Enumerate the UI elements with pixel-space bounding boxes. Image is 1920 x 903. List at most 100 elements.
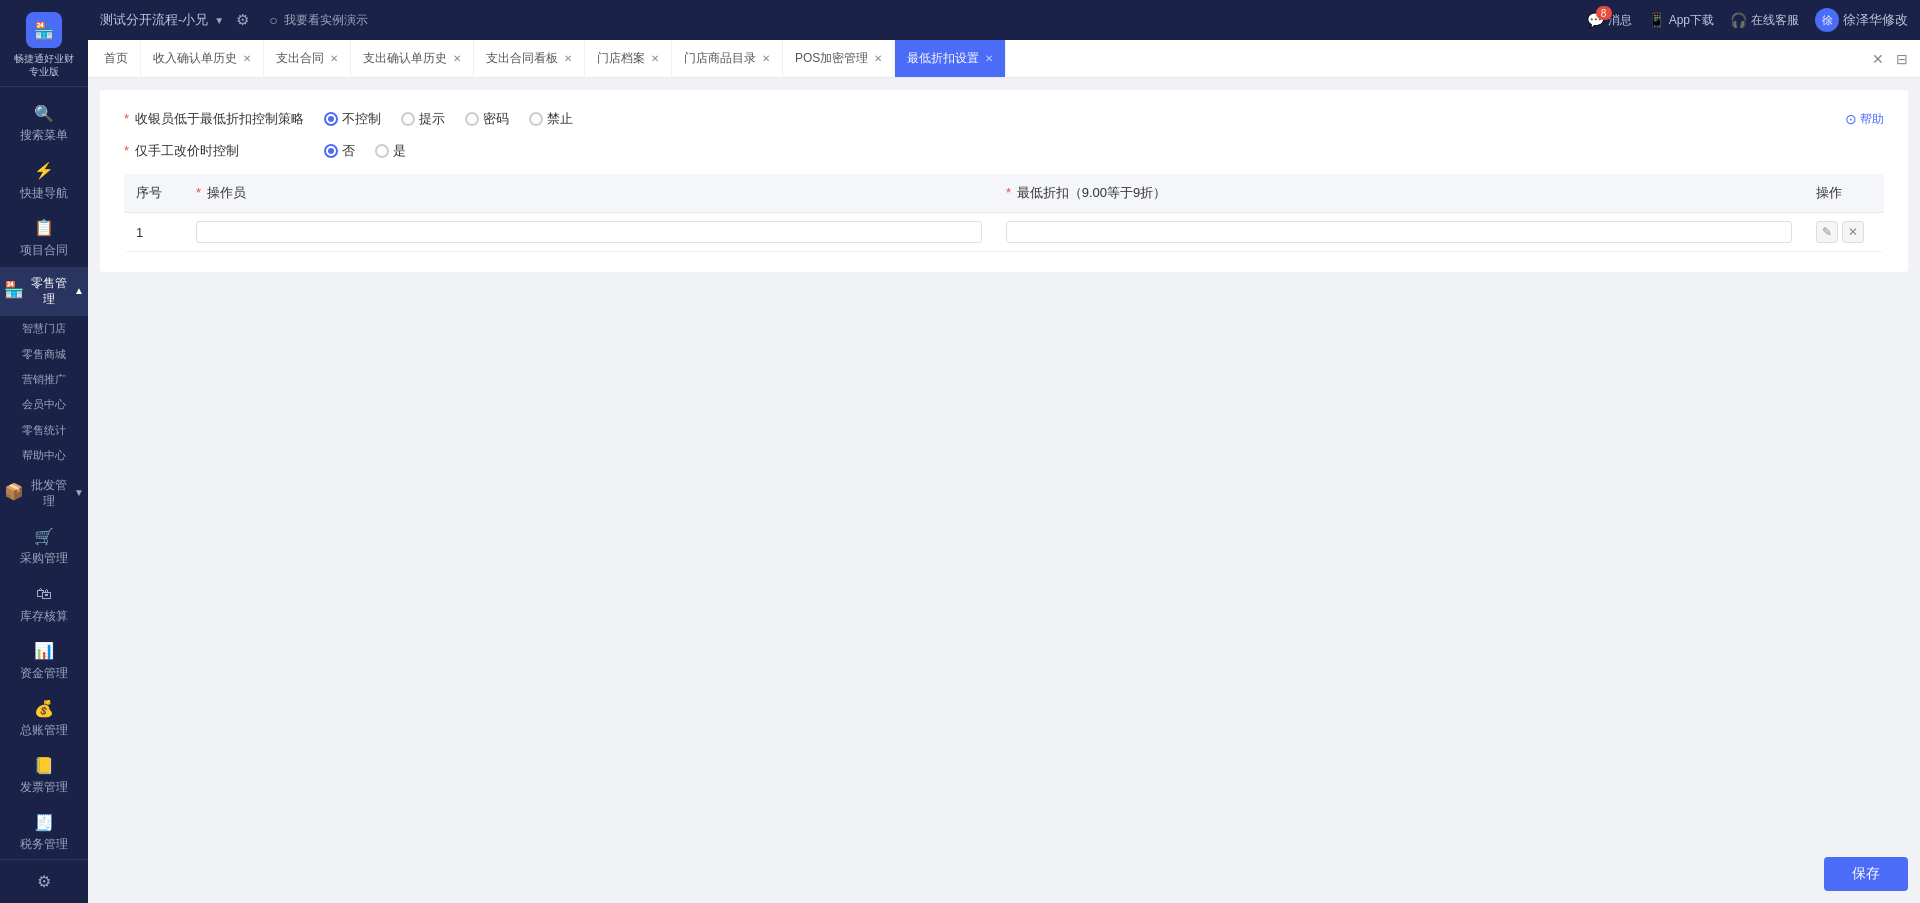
sidebar-nav: 🔍 搜索菜单 ⚡ 快捷导航 📋 项目合同 🏪 零售管理 ▲ 智慧门店 零售商城 … (0, 87, 88, 859)
tab-store-archive[interactable]: 门店档案 ✕ (585, 40, 672, 78)
sidebar-item-purchase-mgmt[interactable]: 🛍 库存核算 (0, 575, 88, 632)
inventory-icon: 📊 (34, 640, 54, 662)
table-header-row: 序号 * 操作员 * 最低折扣（9.00等于9折） (124, 174, 1884, 213)
tab-payment-confirm-history[interactable]: 支出确认单历史 ✕ (351, 40, 474, 78)
app-download-action[interactable]: 📱 App下载 (1648, 12, 1714, 29)
sidebar: 🏪 畅捷通好业财 专业版 🔍 搜索菜单 ⚡ 快捷导航 📋 项目合同 🏪 零售管理… (0, 0, 88, 903)
invoice-icon: 🧾 (34, 812, 54, 834)
sidebar-item-retail-stats[interactable]: 零售统计 (0, 418, 88, 443)
tab-close-pos-password[interactable]: ✕ (874, 53, 882, 64)
project-icon: 📋 (34, 217, 54, 239)
retail-icon: 🏪 (4, 279, 24, 301)
table-scroll: 序号 * 操作员 * 最低折扣（9.00等于9折） (124, 174, 1884, 252)
radio-circle-no-control (324, 112, 338, 126)
topbar: 测试分开流程-小兄 ▼ ⚙ ○ 我要看实例演示 💬 8 消息 📱 App下载 🎧… (88, 0, 1920, 40)
save-button[interactable]: 保存 (1824, 857, 1908, 891)
table-header: 序号 * 操作员 * 最低折扣（9.00等于9折） (124, 174, 1884, 213)
col-action: 操作 (1804, 174, 1884, 213)
radio-circle-prompt (401, 112, 415, 126)
radio-password[interactable]: 密码 (465, 110, 509, 128)
tab-menu-icon[interactable]: ⊟ (1892, 49, 1912, 69)
logo-icon: 🏪 (26, 12, 62, 48)
wholesale-icon: 📦 (4, 481, 24, 503)
min-discount-input[interactable] (1006, 221, 1792, 243)
tabs-right-actions: ✕ ⊟ (1868, 49, 1916, 69)
tab-close-income-history[interactable]: ✕ (243, 53, 251, 64)
radio-no-control[interactable]: 不控制 (324, 110, 381, 128)
demo-link[interactable]: ○ 我要看实例演示 (269, 12, 367, 29)
sidebar-item-invoice[interactable]: 🧾 税务管理 (0, 804, 88, 859)
message-action[interactable]: 💬 8 消息 (1587, 12, 1632, 29)
radio-manual-yes[interactable]: 是 (375, 142, 406, 160)
settings-icon[interactable]: ⚙ (37, 872, 51, 891)
tab-close-store-product-catalog[interactable]: ✕ (762, 53, 770, 64)
tab-income-history[interactable]: 收入确认单历史 ✕ (141, 40, 264, 78)
sidebar-item-inventory[interactable]: 📊 资金管理 (0, 632, 88, 689)
topbar-right: 💬 8 消息 📱 App下载 🎧 在线客服 徐 徐泽华修改 (1587, 8, 1908, 32)
sidebar-item-search[interactable]: 🔍 搜索菜单 (0, 95, 88, 152)
main-content: 测试分开流程-小兄 ▼ ⚙ ○ 我要看实例演示 💬 8 消息 📱 App下载 🎧… (88, 0, 1920, 903)
purchase-icon: 🛍 (36, 583, 52, 605)
tab-min-discount[interactable]: 最低折扣设置 ✕ (895, 40, 1006, 78)
app-icon: 📱 (1648, 12, 1665, 28)
sidebar-footer: ⚙ (0, 859, 88, 903)
manual-price-control-label: * 仅手工改价时控制 (124, 142, 324, 160)
customer-service-action[interactable]: 🎧 在线客服 (1730, 12, 1799, 29)
sidebar-item-smart-store[interactable]: 智慧门店 (0, 316, 88, 341)
operator-input[interactable] (196, 221, 982, 243)
tabs-bar: 首页 收入确认单历史 ✕ 支出合同 ✕ 支出确认单历史 ✕ 支出合同看板 ✕ 门… (88, 40, 1920, 78)
tab-payment-contract[interactable]: 支出合同 ✕ (264, 40, 351, 78)
edit-row-button[interactable]: ✎ (1816, 221, 1838, 243)
help-button[interactable]: ⊙ 帮助 (1845, 111, 1884, 128)
col-seq: 序号 (124, 174, 184, 213)
tab-payment-contract-board[interactable]: 支出合同看板 ✕ (474, 40, 585, 78)
project-name: 测试分开流程-小兄 (100, 11, 208, 29)
shortcuts-icon: ⚡ (34, 160, 54, 182)
user-info[interactable]: 徐 徐泽华修改 (1815, 8, 1908, 32)
data-table-wrap: 序号 * 操作员 * 最低折扣（9.00等于9折） (124, 174, 1884, 252)
topbar-settings-icon[interactable]: ⚙ (236, 11, 249, 29)
tab-store-product-catalog[interactable]: 门店商品目录 ✕ (672, 40, 783, 78)
table-row: 1 ✎ (124, 213, 1884, 252)
demo-icon: ○ (269, 12, 277, 28)
manual-price-control-row: * 仅手工改价时控制 否 是 (124, 142, 1884, 160)
sidebar-item-wholesale-mgmt[interactable]: 📦 批发管理 ▼ (0, 469, 88, 519)
cell-min-discount[interactable] (994, 213, 1804, 252)
tab-close-min-discount[interactable]: ✕ (985, 53, 993, 64)
sidebar-item-member-center[interactable]: 会员中心 (0, 392, 88, 417)
sidebar-item-ledger[interactable]: 📒 发票管理 (0, 747, 88, 804)
col-min-discount: * 最低折扣（9.00等于9折） (994, 174, 1804, 213)
sidebar-item-help-center[interactable]: 帮助中心 (0, 443, 88, 468)
logo-text: 畅捷通好业财 专业版 (14, 52, 74, 78)
radio-circle-password (465, 112, 479, 126)
radio-circle-manual-yes (375, 144, 389, 158)
sidebar-item-project-contract[interactable]: 📋 项目合同 (0, 209, 88, 266)
ledger-icon: 📒 (34, 755, 54, 777)
project-selector[interactable]: 测试分开流程-小兄 ▼ (100, 11, 224, 29)
radio-manual-no[interactable]: 否 (324, 142, 355, 160)
message-badge: 8 (1596, 6, 1612, 20)
sidebar-item-finance[interactable]: 💰 总账管理 (0, 690, 88, 747)
sidebar-item-retail-mall[interactable]: 零售商城 (0, 342, 88, 367)
sidebar-item-retail-mgmt[interactable]: 🏪 零售管理 ▲ (0, 267, 88, 317)
tab-close-payment-confirm-history[interactable]: ✕ (453, 53, 461, 64)
headset-icon: 🎧 (1730, 12, 1747, 28)
sidebar-item-marketing[interactable]: 营销推广 (0, 367, 88, 392)
cell-seq: 1 (124, 213, 184, 252)
tab-close-payment-contract[interactable]: ✕ (330, 53, 338, 64)
tab-close-store-archive[interactable]: ✕ (651, 53, 659, 64)
tab-pos-password[interactable]: POS加密管理 ✕ (783, 40, 895, 78)
username: 徐泽华修改 (1843, 11, 1908, 29)
cashier-policy-row: * 收银员低于最低折扣控制策略 不控制 提示 密码 (124, 110, 1884, 128)
tab-close-all-icon[interactable]: ✕ (1868, 49, 1888, 69)
radio-forbidden[interactable]: 禁止 (529, 110, 573, 128)
radio-circle-forbidden (529, 112, 543, 126)
delete-row-button[interactable]: ✕ (1842, 221, 1864, 243)
discount-table: 序号 * 操作员 * 最低折扣（9.00等于9折） (124, 174, 1884, 252)
radio-prompt[interactable]: 提示 (401, 110, 445, 128)
tab-close-payment-contract-board[interactable]: ✕ (564, 53, 572, 64)
tab-home[interactable]: 首页 (92, 40, 141, 78)
sidebar-item-ecommerce[interactable]: 🛒 采购管理 (0, 518, 88, 575)
sidebar-item-shortcuts[interactable]: ⚡ 快捷导航 (0, 152, 88, 209)
cell-operator[interactable] (184, 213, 994, 252)
